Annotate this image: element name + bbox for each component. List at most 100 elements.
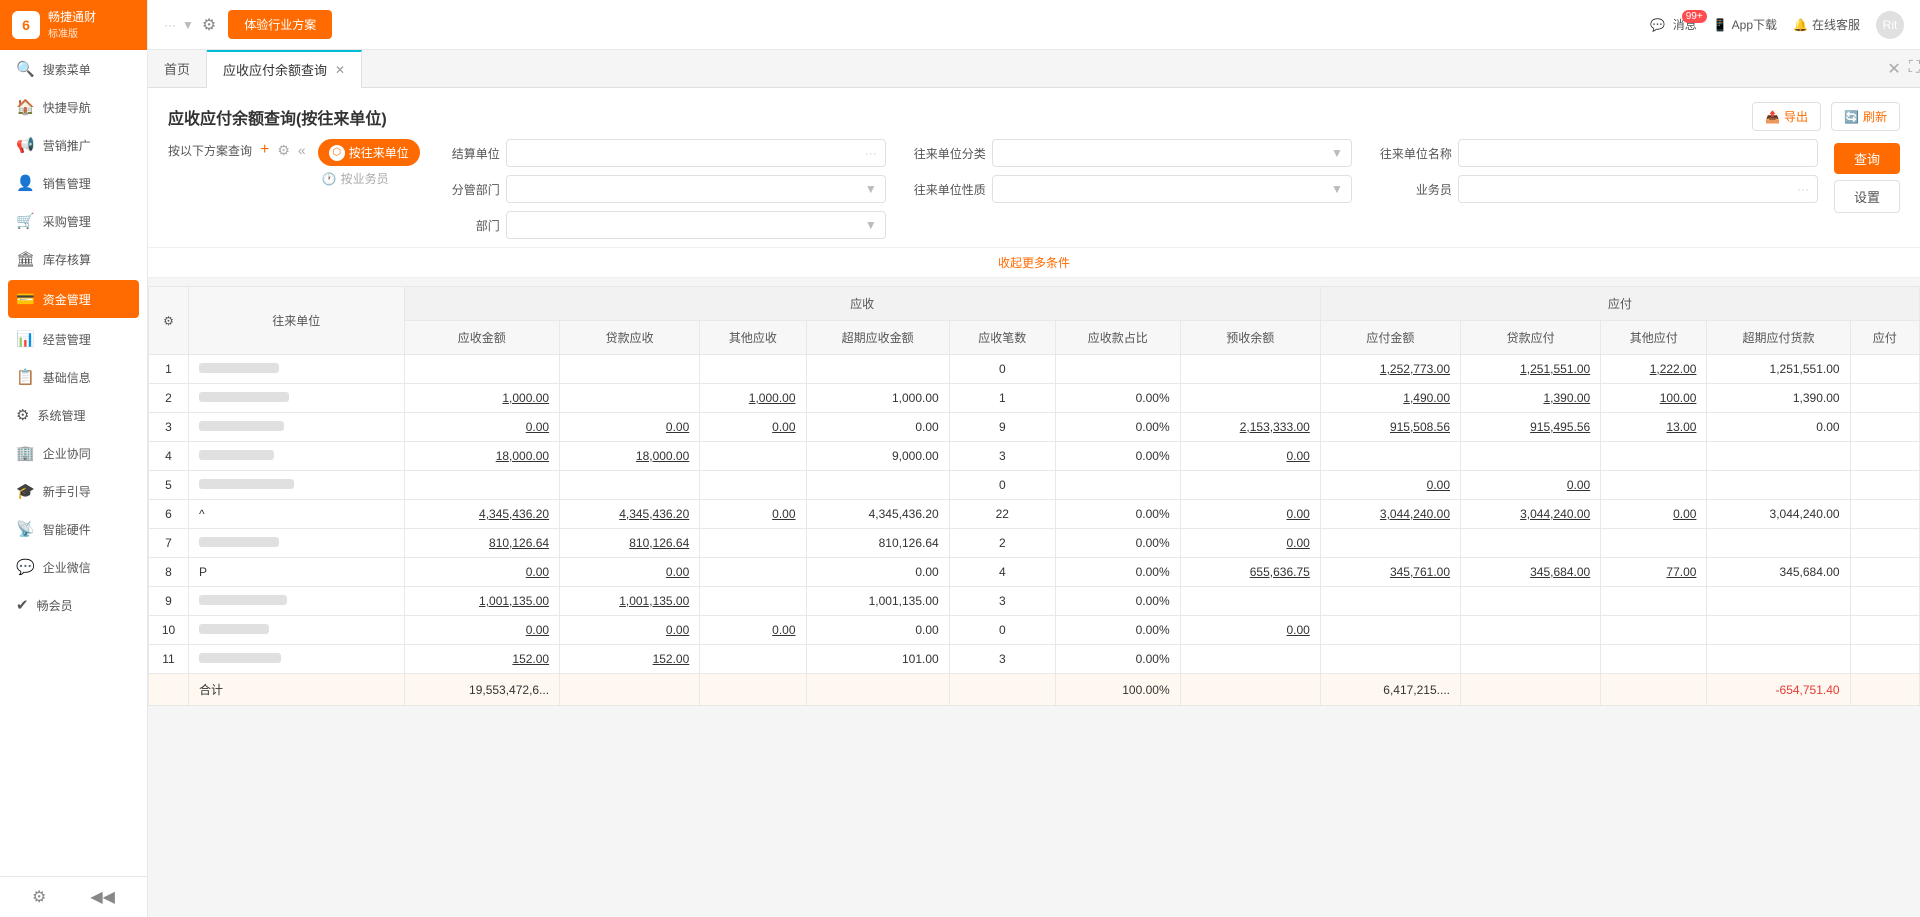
promo-button[interactable]: 体验行业方案 xyxy=(228,10,332,39)
cell-advance[interactable]: 0.00 xyxy=(1180,616,1320,645)
cell-other-ar[interactable]: 0.00 xyxy=(700,413,806,442)
add-scheme-btn[interactable]: + xyxy=(260,141,269,159)
cell-ap-amount[interactable]: 0.00 xyxy=(1320,471,1460,500)
export-button[interactable]: 📤 导出 xyxy=(1752,102,1821,131)
cell-loan-ar[interactable]: 0.00 xyxy=(560,616,700,645)
cell-ap-amount[interactable]: 345,761.00 xyxy=(1320,558,1460,587)
sidebar-item-guide[interactable]: 🎓 新手引导 xyxy=(0,472,147,510)
cell-ap-extra xyxy=(1850,587,1919,616)
cell-ar-amount[interactable]: 152.00 xyxy=(404,645,560,674)
cell-ar-amount[interactable]: 810,126.64 xyxy=(404,529,560,558)
cell-loan-ar[interactable]: 152.00 xyxy=(560,645,700,674)
cell-other-ap[interactable]: 1,222.00 xyxy=(1601,355,1707,384)
partner-name-field[interactable] xyxy=(1458,139,1818,167)
cell-other-ap[interactable]: 77.00 xyxy=(1601,558,1707,587)
department-field[interactable]: ▼ xyxy=(506,211,886,239)
sidebar-item-wechat[interactable]: 💬 企业微信 xyxy=(0,548,147,586)
window-maximize-icon[interactable]: ⛶ xyxy=(1909,59,1920,79)
cell-loan-ap[interactable]: 1,251,551.00 xyxy=(1461,355,1601,384)
scheme-by-partner[interactable]: ⬡ 按往来单位 xyxy=(318,139,420,166)
tab-ar-ap[interactable]: 应收应付余额查询 ✕ xyxy=(207,50,362,88)
cell-ap-amount[interactable]: 3,044,240.00 xyxy=(1320,500,1460,529)
cell-ar-amount[interactable]: 1,001,135.00 xyxy=(404,587,560,616)
sidebar-item-system[interactable]: ⚙ 系统管理 xyxy=(0,396,147,434)
sidebar-item-member[interactable]: ✔ 畅会员 xyxy=(0,586,147,624)
scheme-by-salesperson[interactable]: 🕐 按业务员 xyxy=(322,170,389,187)
cell-ap-amount xyxy=(1320,616,1460,645)
cell-advance[interactable]: 655,636.75 xyxy=(1180,558,1320,587)
download-button[interactable]: 📱 App下载 xyxy=(1713,16,1777,33)
cell-other-ar[interactable]: 0.00 xyxy=(700,616,806,645)
cell-loan-ar[interactable]: 4,345,436.20 xyxy=(560,500,700,529)
collapse-more-btn[interactable]: 收起更多条件 xyxy=(998,256,1070,270)
cell-ap-amount[interactable]: 1,252,773.00 xyxy=(1320,355,1460,384)
cell-advance[interactable]: 0.00 xyxy=(1180,529,1320,558)
sidebar-item-search[interactable]: 🔍 搜索菜单 xyxy=(0,50,147,88)
sidebar-item-hardware[interactable]: 📡 智能硬件 xyxy=(0,510,147,548)
cell-loan-ar[interactable]: 0.00 xyxy=(560,413,700,442)
settings-button[interactable]: 设置 xyxy=(1834,180,1900,213)
cell-ar-amount[interactable]: 4,345,436.20 xyxy=(404,500,560,529)
cell-ar-amount[interactable]: 1,000.00 xyxy=(404,384,560,413)
sidebar-item-quicknav[interactable]: 🏠 快捷导航 xyxy=(0,88,147,126)
cell-ap-amount[interactable]: 1,490.00 xyxy=(1320,384,1460,413)
scheme-collapse-icon[interactable]: « xyxy=(298,142,306,158)
cell-loan-ap[interactable]: 3,044,240.00 xyxy=(1461,500,1601,529)
cell-ar-amount[interactable]: 0.00 xyxy=(404,558,560,587)
cell-loan-ap[interactable]: 0.00 xyxy=(1461,471,1601,500)
settlement-unit-field[interactable]: ··· xyxy=(506,139,886,167)
sidebar-label-quicknav: 快捷导航 xyxy=(43,99,91,116)
tab-home[interactable]: 首页 xyxy=(148,50,207,88)
topbar-gear-icon[interactable]: ⚙ xyxy=(202,15,216,35)
cell-advance[interactable]: 0.00 xyxy=(1180,500,1320,529)
sidebar-settings-btn[interactable]: ⚙ xyxy=(32,887,46,907)
cell-other-ap[interactable]: 0.00 xyxy=(1601,500,1707,529)
sidebar-item-basic-info[interactable]: 📋 基础信息 xyxy=(0,358,147,396)
window-close-icon[interactable]: ✕ xyxy=(1887,59,1900,79)
cell-loan-ar[interactable]: 1,001,135.00 xyxy=(560,587,700,616)
cell-loan-ap[interactable]: 915,495.56 xyxy=(1461,413,1601,442)
cell-ar-amount[interactable]: 18,000.00 xyxy=(404,442,560,471)
partner-nature-field[interactable]: ▼ xyxy=(992,175,1352,203)
hardware-icon: 📡 xyxy=(16,520,35,538)
sidebar-item-marketing[interactable]: 📢 营销推广 xyxy=(0,126,147,164)
sidebar-item-enterprise[interactable]: 🏢 企业协同 xyxy=(0,434,147,472)
cell-loan-ar[interactable]: 18,000.00 xyxy=(560,442,700,471)
user-avatar[interactable]: Rit xyxy=(1876,11,1904,39)
cell-ar-count: 3 xyxy=(949,442,1055,471)
salesperson-field[interactable]: ··· xyxy=(1458,175,1818,203)
cell-ap-amount[interactable]: 915,508.56 xyxy=(1320,413,1460,442)
dept-field[interactable]: ▼ xyxy=(506,175,886,203)
sidebar-item-finance[interactable]: 💳 资金管理 xyxy=(8,280,139,318)
sidebar-item-inventory[interactable]: 🏛 库存核算 xyxy=(0,240,147,278)
scheme-settings-icon[interactable]: ⚙ xyxy=(277,142,290,159)
cell-other-ap[interactable]: 13.00 xyxy=(1601,413,1707,442)
sidebar-item-operations[interactable]: 📊 经营管理 xyxy=(0,320,147,358)
partner-type-field[interactable]: ▼ xyxy=(992,139,1352,167)
sidebar-label-wechat: 企业微信 xyxy=(43,559,91,576)
cell-other-ap[interactable]: 100.00 xyxy=(1601,384,1707,413)
sidebar-item-purchase[interactable]: 🛒 采购管理 xyxy=(0,202,147,240)
cell-loan-ar[interactable]: 0.00 xyxy=(560,558,700,587)
tab-close-icon[interactable]: ✕ xyxy=(335,63,345,77)
cell-ar-amount[interactable]: 0.00 xyxy=(404,616,560,645)
query-button[interactable]: 查询 xyxy=(1834,143,1900,174)
th-settings[interactable]: ⚙ xyxy=(149,287,189,355)
refresh-button[interactable]: 🔄 刷新 xyxy=(1831,102,1900,131)
cell-loan-ap[interactable]: 1,390.00 xyxy=(1461,384,1601,413)
message-button[interactable]: 💬 99+ 消息 xyxy=(1650,16,1696,33)
sales-icon: 👤 xyxy=(16,174,35,192)
service-button[interactable]: 🔔 在线客服 xyxy=(1793,16,1860,33)
table-settings-icon[interactable]: ⚙ xyxy=(163,314,174,328)
cell-advance[interactable]: 2,153,333.00 xyxy=(1180,413,1320,442)
cell-ar-amount[interactable]: 0.00 xyxy=(404,413,560,442)
sidebar-collapse-btn[interactable]: ◀◀ xyxy=(90,887,115,907)
cell-advance[interactable]: 0.00 xyxy=(1180,442,1320,471)
sidebar-item-sales[interactable]: 👤 销售管理 xyxy=(0,164,147,202)
cell-loan-ar[interactable]: 810,126.64 xyxy=(560,529,700,558)
cell-partner xyxy=(189,442,405,471)
cell-other-ar[interactable]: 1,000.00 xyxy=(700,384,806,413)
cell-other-ar[interactable]: 0.00 xyxy=(700,500,806,529)
cell-loan-ap[interactable]: 345,684.00 xyxy=(1461,558,1601,587)
cell-overdue-ap: 1,390.00 xyxy=(1707,384,1850,413)
